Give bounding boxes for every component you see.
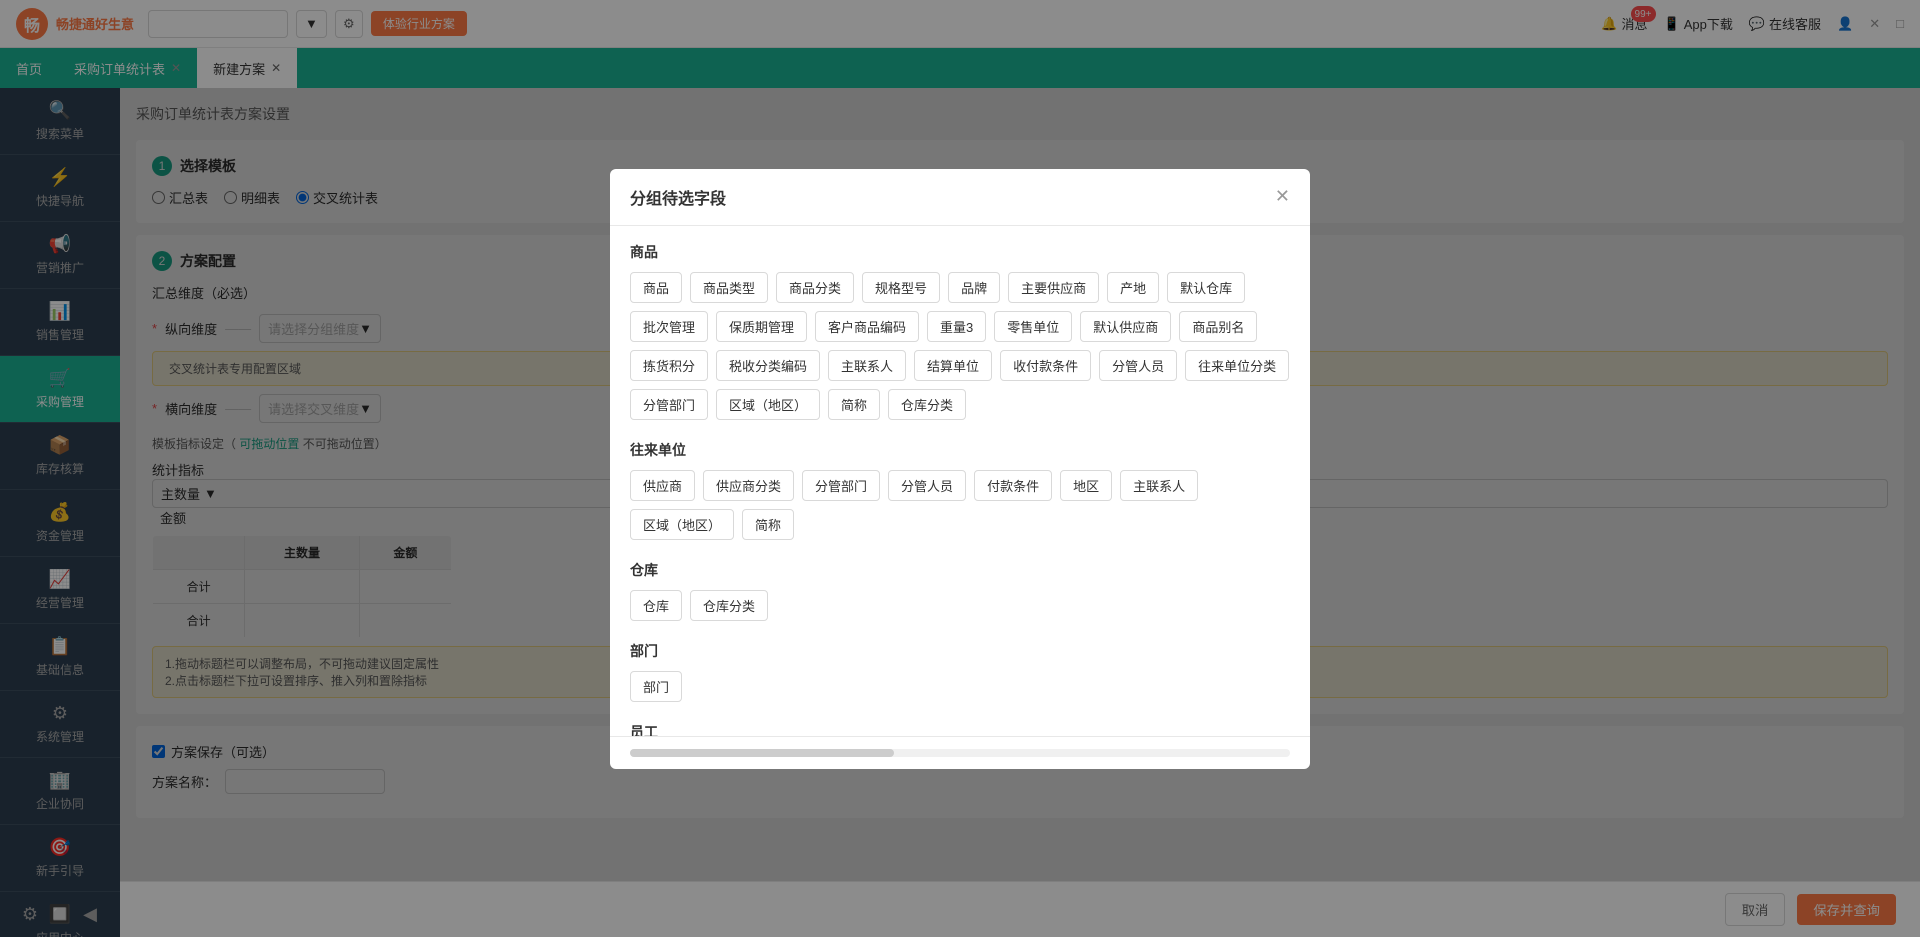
field-warehouse-category[interactable]: 仓库分类: [888, 389, 966, 420]
field-main-supplier[interactable]: 主要供应商: [1008, 272, 1099, 303]
field-dept[interactable]: 分管部门: [802, 470, 880, 501]
section-partner: 往来单位 供应商 供应商分类 分管部门 分管人员 付款条件 地区 主联系人 区域…: [630, 440, 1290, 540]
field-pickup-points[interactable]: 拣货积分: [630, 350, 708, 381]
field-supplier-category[interactable]: 供应商分类: [703, 470, 794, 501]
field-shelf-life[interactable]: 保质期管理: [716, 311, 807, 342]
field-managed-person[interactable]: 分管人员: [888, 470, 966, 501]
field-manager[interactable]: 分管人员: [1099, 350, 1177, 381]
field-dept-managed[interactable]: 分管部门: [630, 389, 708, 420]
section-employee-title: 员工: [630, 722, 1290, 736]
section-product: 商品 商品 商品类型 商品分类 规格型号 品牌 主要供应商 产地 默认仓库 批次…: [630, 242, 1290, 420]
field-payment-terms[interactable]: 收付款条件: [1000, 350, 1091, 381]
field-retail-unit[interactable]: 零售单位: [994, 311, 1072, 342]
field-partner-contact[interactable]: 主联系人: [1120, 470, 1198, 501]
field-brand[interactable]: 品牌: [948, 272, 1000, 303]
scrollbar-thumb: [630, 749, 894, 757]
field-spec-type[interactable]: 规格型号: [862, 272, 940, 303]
modal-body: 商品 商品 商品类型 商品分类 规格型号 品牌 主要供应商 产地 默认仓库 批次…: [610, 226, 1310, 736]
modal-footer: [610, 736, 1310, 769]
field-customer-code[interactable]: 客户商品编码: [815, 311, 919, 342]
field-default-supplier[interactable]: 默认供应商: [1080, 311, 1171, 342]
field-payment-cond[interactable]: 付款条件: [974, 470, 1052, 501]
product-fields: 商品 商品类型 商品分类 规格型号 品牌 主要供应商 产地 默认仓库 批次管理 …: [630, 272, 1290, 420]
field-alias[interactable]: 商品别名: [1179, 311, 1257, 342]
field-goods-category[interactable]: 商品分类: [776, 272, 854, 303]
department-fields: 部门: [630, 671, 1290, 702]
section-product-title: 商品: [630, 242, 1290, 262]
field-tax-code[interactable]: 税收分类编码: [716, 350, 820, 381]
horizontal-scrollbar[interactable]: [630, 749, 1290, 757]
field-abbr[interactable]: 简称: [828, 389, 880, 420]
modal-title: 分组待选字段: [630, 185, 726, 209]
modal-overlay: 分组待选字段 ✕ 商品 商品 商品类型 商品分类 规格型号 品牌 主要供应商 产…: [0, 0, 1920, 937]
field-default-warehouse[interactable]: 默认仓库: [1167, 272, 1245, 303]
field-dep[interactable]: 部门: [630, 671, 682, 702]
section-employee: 员工 业务员: [630, 722, 1290, 736]
field-wh-category[interactable]: 仓库分类: [690, 590, 768, 621]
section-partner-title: 往来单位: [630, 440, 1290, 460]
field-area[interactable]: 地区: [1060, 470, 1112, 501]
warehouse-fields: 仓库 仓库分类: [630, 590, 1290, 621]
field-goods-type[interactable]: 商品类型: [690, 272, 768, 303]
field-supplier[interactable]: 供应商: [630, 470, 695, 501]
field-region[interactable]: 区域（地区）: [716, 389, 820, 420]
field-batch-mgmt[interactable]: 批次管理: [630, 311, 708, 342]
field-select-modal: 分组待选字段 ✕ 商品 商品 商品类型 商品分类 规格型号 品牌 主要供应商 产…: [610, 169, 1310, 769]
section-warehouse-title: 仓库: [630, 560, 1290, 580]
section-department-title: 部门: [630, 641, 1290, 661]
field-wh[interactable]: 仓库: [630, 590, 682, 621]
partner-fields: 供应商 供应商分类 分管部门 分管人员 付款条件 地区 主联系人 区域（地区） …: [630, 470, 1290, 540]
field-settlement-unit[interactable]: 结算单位: [914, 350, 992, 381]
field-origin[interactable]: 产地: [1107, 272, 1159, 303]
section-warehouse: 仓库 仓库 仓库分类: [630, 560, 1290, 621]
modal-close-button[interactable]: ✕: [1275, 186, 1290, 207]
modal-header: 分组待选字段 ✕: [610, 169, 1310, 226]
field-from-unit-category[interactable]: 往来单位分类: [1185, 350, 1289, 381]
field-partner-abbr[interactable]: 简称: [742, 509, 794, 540]
field-main-contact[interactable]: 主联系人: [828, 350, 906, 381]
field-partner-region[interactable]: 区域（地区）: [630, 509, 734, 540]
field-weight3[interactable]: 重量3: [927, 311, 986, 342]
field-goods[interactable]: 商品: [630, 272, 682, 303]
section-department: 部门 部门: [630, 641, 1290, 702]
